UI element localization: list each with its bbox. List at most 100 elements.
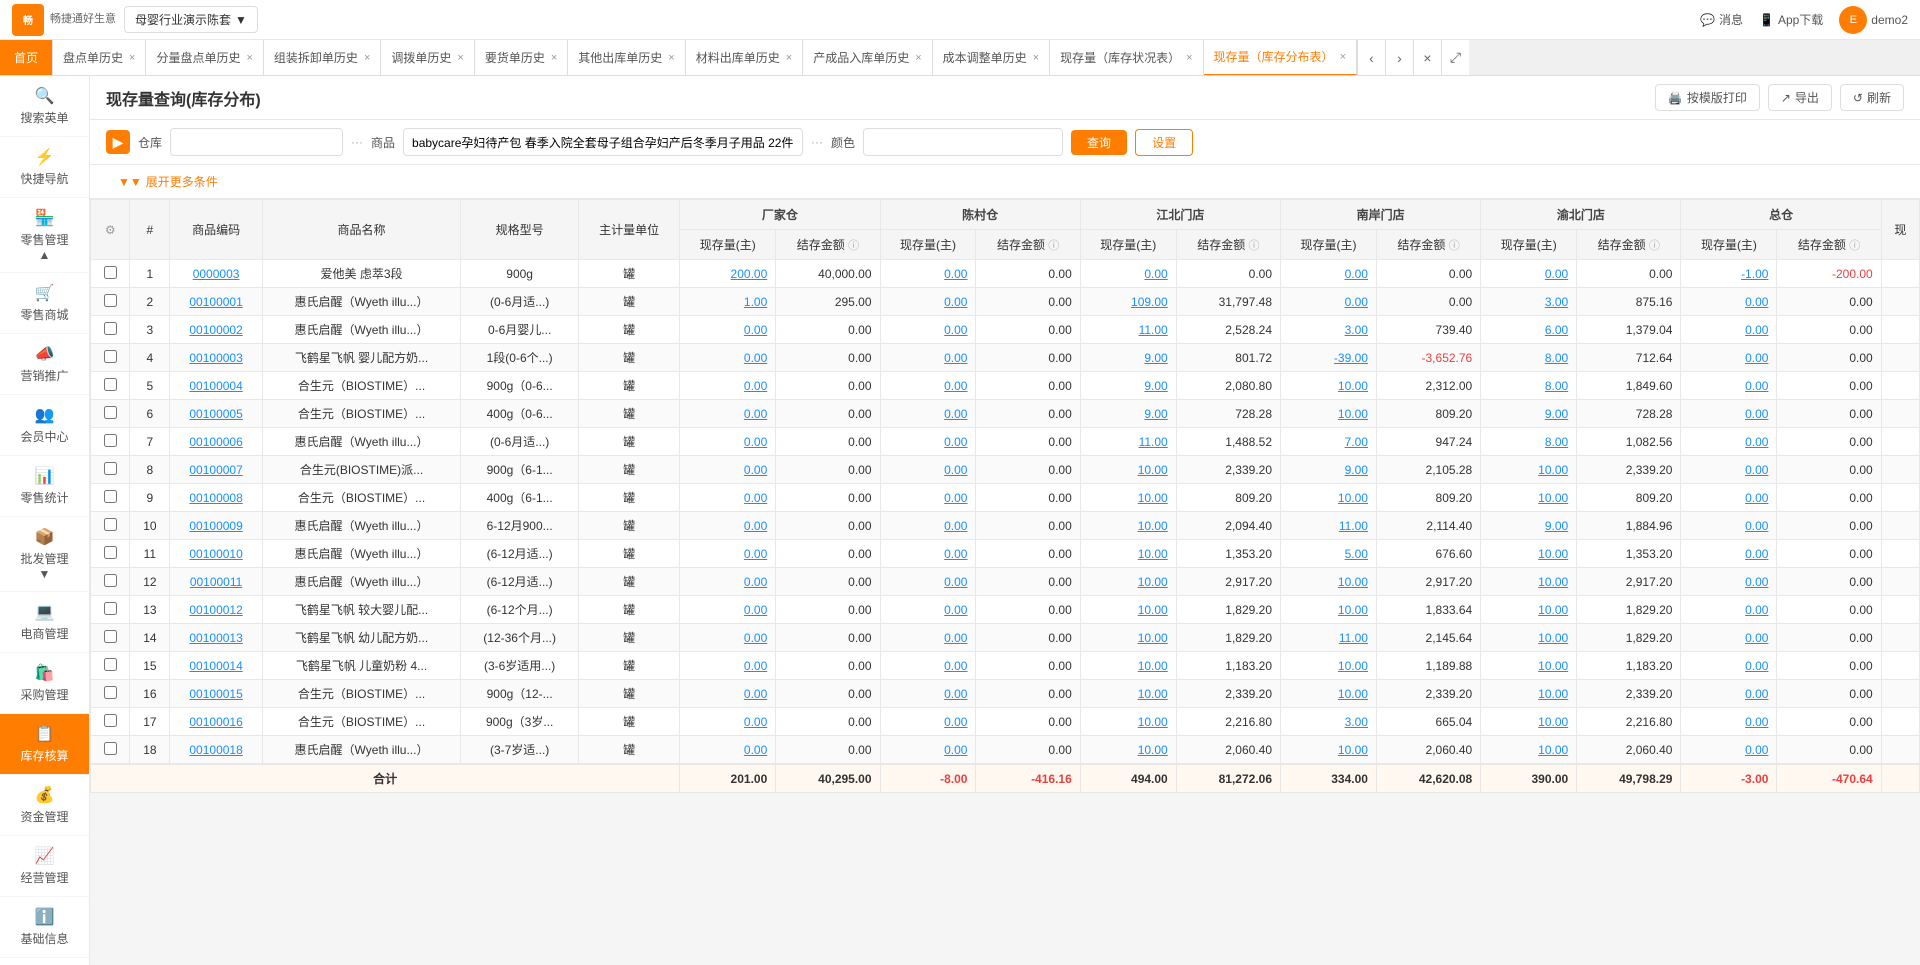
row-code[interactable]: 00100013 xyxy=(170,624,263,652)
row-factory-qty[interactable]: 0.00 xyxy=(680,484,776,512)
row-code[interactable]: 00100007 xyxy=(170,456,263,484)
row-yubei-qty[interactable]: 0.00 xyxy=(1481,260,1577,288)
row-nanan-qty[interactable]: -39.00 xyxy=(1281,344,1377,372)
row-chen-qty[interactable]: 0.00 xyxy=(880,512,976,540)
row-code[interactable]: 00100014 xyxy=(170,652,263,680)
row-chen-qty[interactable]: 0.00 xyxy=(880,652,976,680)
row-nanan-qty[interactable]: 3.00 xyxy=(1281,316,1377,344)
row-checkbox[interactable] xyxy=(91,288,130,316)
row-jiangbei-qty[interactable]: 0.00 xyxy=(1080,260,1176,288)
sidebar-item-retail-mgmt[interactable]: 🏪 零售管理 ▲ xyxy=(0,198,89,273)
row-checkbox[interactable] xyxy=(91,680,130,708)
sidebar-item-wholesale[interactable]: 📦 批发管理 ▼ xyxy=(0,517,89,592)
row-yubei-qty[interactable]: 10.00 xyxy=(1481,624,1577,652)
row-code[interactable]: 00100002 xyxy=(170,316,263,344)
tab-cost-adjust[interactable]: 成本调整单历史 × xyxy=(933,40,1050,76)
row-factory-qty[interactable]: 0.00 xyxy=(680,652,776,680)
row-code[interactable]: 00100010 xyxy=(170,540,263,568)
row-total-qty[interactable]: 0.00 xyxy=(1681,736,1777,765)
row-factory-qty[interactable]: 0.00 xyxy=(680,372,776,400)
row-code[interactable]: 0000003 xyxy=(170,260,263,288)
row-yubei-qty[interactable]: 9.00 xyxy=(1481,512,1577,540)
row-yubei-qty[interactable]: 8.00 xyxy=(1481,344,1577,372)
row-yubei-qty[interactable]: 9.00 xyxy=(1481,400,1577,428)
row-total-qty[interactable]: 0.00 xyxy=(1681,540,1777,568)
row-chen-qty[interactable]: 0.00 xyxy=(880,344,976,372)
row-total-qty[interactable]: 0.00 xyxy=(1681,288,1777,316)
row-jiangbei-qty[interactable]: 11.00 xyxy=(1080,428,1176,456)
row-chen-qty[interactable]: 0.00 xyxy=(880,596,976,624)
row-code[interactable]: 00100015 xyxy=(170,680,263,708)
row-nanan-qty[interactable]: 10.00 xyxy=(1281,652,1377,680)
row-chen-qty[interactable]: 0.00 xyxy=(880,288,976,316)
row-jiangbei-qty[interactable]: 9.00 xyxy=(1080,344,1176,372)
tab-group-disassemble[interactable]: 组装拆卸单历史 × xyxy=(264,40,381,76)
sidebar-item-finance[interactable]: 💰 资金管理 xyxy=(0,775,89,836)
row-checkbox[interactable] xyxy=(91,484,130,512)
sidebar-item-marketing[interactable]: 📣 营销推广 xyxy=(0,334,89,395)
row-nanan-qty[interactable]: 10.00 xyxy=(1281,400,1377,428)
row-yubei-qty[interactable]: 10.00 xyxy=(1481,652,1577,680)
row-chen-qty[interactable]: 0.00 xyxy=(880,708,976,736)
row-chen-qty[interactable]: 0.00 xyxy=(880,372,976,400)
tab-transfer[interactable]: 调拨单历史 × xyxy=(381,40,474,76)
industry-selector[interactable]: 母婴行业演示陈套 ▼ xyxy=(124,6,258,33)
tab-stock-status[interactable]: 现存量（库存状况表） × xyxy=(1050,40,1203,76)
row-checkbox[interactable] xyxy=(91,428,130,456)
tab-other-out[interactable]: 其他出库单历史 × xyxy=(568,40,685,76)
tab-expand-btn[interactable]: ⤢ xyxy=(1441,40,1469,76)
row-factory-qty[interactable]: 0.00 xyxy=(680,568,776,596)
setting-btn[interactable]: 设置 xyxy=(1135,129,1193,156)
close-icon[interactable]: × xyxy=(551,52,557,64)
row-total-qty[interactable]: -1.00 xyxy=(1681,260,1777,288)
row-checkbox[interactable] xyxy=(91,316,130,344)
row-code[interactable]: 00100001 xyxy=(170,288,263,316)
row-factory-qty[interactable]: 0.00 xyxy=(680,344,776,372)
row-chen-qty[interactable]: 0.00 xyxy=(880,316,976,344)
row-total-qty[interactable]: 0.00 xyxy=(1681,484,1777,512)
row-factory-qty[interactable]: 0.00 xyxy=(680,596,776,624)
sidebar-item-retail-mall[interactable]: 🛒 零售商城 xyxy=(0,273,89,334)
row-yubei-qty[interactable]: 3.00 xyxy=(1481,288,1577,316)
row-yubei-qty[interactable]: 10.00 xyxy=(1481,680,1577,708)
row-chen-qty[interactable]: 0.00 xyxy=(880,624,976,652)
row-jiangbei-qty[interactable]: 9.00 xyxy=(1080,372,1176,400)
row-jiangbei-qty[interactable]: 10.00 xyxy=(1080,652,1176,680)
search-btn[interactable]: 查询 xyxy=(1071,130,1127,155)
tab-product-in[interactable]: 产成品入库单历史 × xyxy=(803,40,932,76)
info-icon[interactable]: ⓘ xyxy=(848,240,859,252)
row-chen-qty[interactable]: 0.00 xyxy=(880,484,976,512)
row-chen-qty[interactable]: 0.00 xyxy=(880,568,976,596)
row-jiangbei-qty[interactable]: 10.00 xyxy=(1080,540,1176,568)
sidebar-item-retail-stat[interactable]: 📊 零售统计 xyxy=(0,456,89,517)
row-nanan-qty[interactable]: 10.00 xyxy=(1281,372,1377,400)
close-icon[interactable]: × xyxy=(364,52,370,64)
sidebar-item-ecommerce[interactable]: 💻 电商管理 xyxy=(0,592,89,653)
row-checkbox[interactable] xyxy=(91,260,130,288)
row-total-qty[interactable]: 0.00 xyxy=(1681,624,1777,652)
messages-btn[interactable]: 💬 消息 xyxy=(1700,11,1743,28)
row-jiangbei-qty[interactable]: 10.00 xyxy=(1080,568,1176,596)
tab-next-btn[interactable]: › xyxy=(1385,40,1413,76)
close-icon[interactable]: × xyxy=(1033,52,1039,64)
row-checkbox[interactable] xyxy=(91,568,130,596)
product-dots[interactable]: ··· xyxy=(811,135,823,149)
sidebar-item-basic-info[interactable]: ℹ️ 基础信息 xyxy=(0,897,89,958)
row-nanan-qty[interactable]: 0.00 xyxy=(1281,288,1377,316)
row-jiangbei-qty[interactable]: 10.00 xyxy=(1080,708,1176,736)
close-icon[interactable]: × xyxy=(668,52,674,64)
row-yubei-qty[interactable]: 8.00 xyxy=(1481,428,1577,456)
sidebar-item-system[interactable]: ⚙️ 系统管理 xyxy=(0,958,89,965)
row-jiangbei-qty[interactable]: 109.00 xyxy=(1080,288,1176,316)
row-nanan-qty[interactable]: 0.00 xyxy=(1281,260,1377,288)
row-code[interactable]: 00100006 xyxy=(170,428,263,456)
row-jiangbei-qty[interactable]: 10.00 xyxy=(1080,736,1176,765)
sidebar-item-purchase[interactable]: 🛍️ 采购管理 xyxy=(0,653,89,714)
row-yubei-qty[interactable]: 8.00 xyxy=(1481,372,1577,400)
row-factory-qty[interactable]: 0.00 xyxy=(680,316,776,344)
row-yubei-qty[interactable]: 6.00 xyxy=(1481,316,1577,344)
row-total-qty[interactable]: 0.00 xyxy=(1681,456,1777,484)
row-factory-qty[interactable]: 0.00 xyxy=(680,680,776,708)
row-jiangbei-qty[interactable]: 9.00 xyxy=(1080,400,1176,428)
row-total-qty[interactable]: 0.00 xyxy=(1681,344,1777,372)
